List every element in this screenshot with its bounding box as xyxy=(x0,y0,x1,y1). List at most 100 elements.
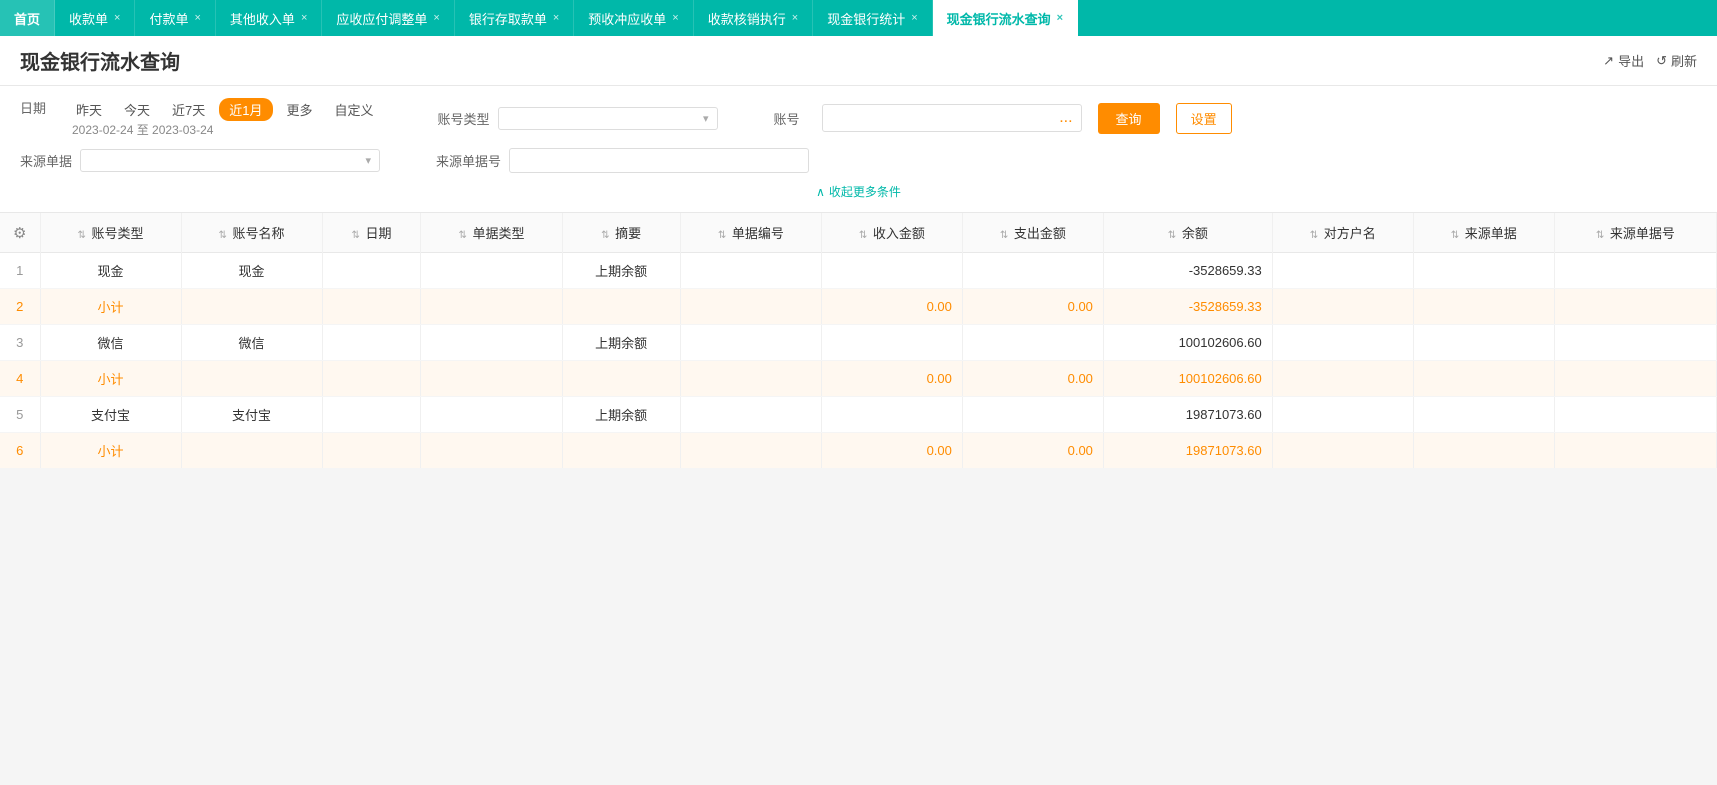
close-cash-flow-icon[interactable]: × xyxy=(1057,12,1063,24)
date-range-display: 2023-02-24 至 2023-03-24 xyxy=(72,121,382,138)
account-type-label: 账号类型 xyxy=(438,109,490,128)
col-account-name[interactable]: ⇅ 账号名称 xyxy=(181,213,322,253)
date-shortcut-more[interactable]: 更多 xyxy=(279,98,321,121)
close-collection-icon[interactable]: × xyxy=(792,12,798,24)
nav-tab-bank-deposit[interactable]: 银行存取款单 × xyxy=(455,0,574,36)
cell-counterpart xyxy=(1272,253,1413,289)
account-label: 账号 xyxy=(774,109,814,128)
nav-home[interactable]: 首页 xyxy=(0,0,55,36)
close-cash-stats-icon[interactable]: × xyxy=(911,12,917,24)
cash-flow-table: ⚙ ⇅ 账号类型 ⇅ 账号名称 ⇅ 日期 ⇅ 单据类型 xyxy=(0,213,1717,469)
col-account-type[interactable]: ⇅ 账号类型 xyxy=(40,213,181,253)
col-doc-no[interactable]: ⇅ 单据编号 xyxy=(680,213,821,253)
close-ar-ap-icon[interactable]: × xyxy=(433,12,439,24)
cell-doc-no xyxy=(680,289,821,325)
col-gear[interactable]: ⚙ xyxy=(0,213,40,253)
nav-tab-cash-stats[interactable]: 现金银行统计 × xyxy=(813,0,932,36)
date-shortcut-7days[interactable]: 近7天 xyxy=(164,98,213,121)
col-counterpart[interactable]: ⇅ 对方户名 xyxy=(1272,213,1413,253)
cell-row-num: 5 xyxy=(0,397,40,433)
cell-summary: 上期余额 xyxy=(562,325,680,361)
cell-balance: -3528659.33 xyxy=(1103,253,1272,289)
cell-account-type: 小计 xyxy=(40,289,181,325)
sort-icon-account-name: ⇅ xyxy=(219,230,227,241)
account-input[interactable] xyxy=(831,111,1056,126)
cell-row-num: 4 xyxy=(0,361,40,397)
sort-icon-source-doc: ⇅ xyxy=(1451,230,1459,241)
header-actions: ↗ 导出 ↺ 刷新 xyxy=(1603,51,1697,70)
cell-summary xyxy=(562,361,680,397)
refresh-button[interactable]: ↺ 刷新 xyxy=(1656,51,1697,70)
cell-income: 0.00 xyxy=(821,289,962,325)
col-date[interactable]: ⇅ 日期 xyxy=(322,213,421,253)
nav-tab-cash-flow[interactable]: 现金银行流水查询 × xyxy=(933,0,1078,36)
cell-expense: 0.00 xyxy=(962,361,1103,397)
cell-account-type: 现金 xyxy=(40,253,181,289)
nav-tab-other-income[interactable]: 其他收入单 × xyxy=(216,0,322,36)
gear-icon[interactable]: ⚙ xyxy=(13,225,26,242)
chevron-down-icon: ▾ xyxy=(703,112,709,125)
nav-tab-receipts[interactable]: 收款单 × xyxy=(55,0,135,36)
col-income[interactable]: ⇅ 收入金额 xyxy=(821,213,962,253)
close-other-income-icon[interactable]: × xyxy=(301,12,307,24)
cell-income xyxy=(821,253,962,289)
account-input-wrap: ... xyxy=(822,104,1082,132)
col-balance[interactable]: ⇅ 余额 xyxy=(1103,213,1272,253)
nav-tab-collection[interactable]: 收款核销执行 × xyxy=(694,0,813,36)
col-expense[interactable]: ⇅ 支出金额 xyxy=(962,213,1103,253)
query-button[interactable]: 查询 xyxy=(1098,103,1160,134)
close-receipts-icon[interactable]: × xyxy=(114,12,120,24)
col-source-doc[interactable]: ⇅ 来源单据 xyxy=(1413,213,1554,253)
filter-row-source: 来源单据 ▾ 来源单据号 xyxy=(20,148,1697,173)
cell-counterpart xyxy=(1272,289,1413,325)
export-button[interactable]: ↗ 导出 xyxy=(1603,51,1644,70)
cell-balance: -3528659.33 xyxy=(1103,289,1272,325)
cell-source-doc-no xyxy=(1554,361,1716,397)
close-prepay-icon[interactable]: × xyxy=(672,12,678,24)
sort-icon-expense: ⇅ xyxy=(1000,230,1008,241)
nav-tab-ar-ap-adjust[interactable]: 应收应付调整单 × xyxy=(322,0,454,36)
cell-counterpart xyxy=(1272,325,1413,361)
date-shortcut-today[interactable]: 今天 xyxy=(116,98,158,121)
close-bank-deposit-icon[interactable]: × xyxy=(553,12,559,24)
refresh-icon: ↺ xyxy=(1656,53,1667,69)
cell-account-name xyxy=(181,361,322,397)
cell-account-type: 支付宝 xyxy=(40,397,181,433)
account-type-select[interactable]: ▾ xyxy=(498,107,718,130)
collapse-up-icon: ∧ xyxy=(816,185,825,199)
col-summary[interactable]: ⇅ 摘要 xyxy=(562,213,680,253)
date-shortcut-1month[interactable]: 近1月 xyxy=(219,98,272,121)
date-shortcut-yesterday[interactable]: 昨天 xyxy=(68,98,110,121)
cell-balance: 100102606.60 xyxy=(1103,361,1272,397)
sort-icon-date: ⇅ xyxy=(352,230,360,241)
collapse-bar[interactable]: ∧ 收起更多条件 xyxy=(20,183,1697,200)
cell-balance: 100102606.60 xyxy=(1103,325,1272,361)
cell-row-num: 1 xyxy=(0,253,40,289)
cell-date xyxy=(322,253,421,289)
source-doc-select[interactable]: ▾ xyxy=(80,149,380,172)
close-payments-icon[interactable]: × xyxy=(194,12,200,24)
cell-account-type: 小计 xyxy=(40,433,181,469)
source-doc-label: 来源单据 xyxy=(20,151,72,170)
page-title: 现金银行流水查询 xyxy=(20,46,180,75)
source-doc-num-input[interactable] xyxy=(518,153,800,168)
date-shortcut-custom[interactable]: 自定义 xyxy=(327,98,382,121)
account-dots-button[interactable]: ... xyxy=(1059,109,1072,127)
col-doc-type[interactable]: ⇅ 单据类型 xyxy=(421,213,562,253)
sort-icon-doc-no: ⇅ xyxy=(718,230,726,241)
sort-icon-account-type: ⇅ xyxy=(78,230,86,241)
cell-doc-type xyxy=(421,253,562,289)
cell-source-doc xyxy=(1413,253,1554,289)
settings-button[interactable]: 设置 xyxy=(1176,103,1232,134)
table-row: 1现金现金上期余额-3528659.33 xyxy=(0,253,1717,289)
filter-area: 日期 昨天 今天 近7天 近1月 更多 自定义 2023-02-24 至 202… xyxy=(0,86,1717,213)
table-row: 6小计0.000.0019871073.60 xyxy=(0,433,1717,469)
export-icon: ↗ xyxy=(1603,53,1614,69)
nav-tab-prepay[interactable]: 预收冲应收单 × xyxy=(574,0,693,36)
cell-expense: 0.00 xyxy=(962,289,1103,325)
nav-tab-payments[interactable]: 付款单 × xyxy=(135,0,215,36)
sort-icon-summary: ⇅ xyxy=(601,230,609,241)
col-source-doc-no[interactable]: ⇅ 来源单据号 xyxy=(1554,213,1716,253)
page-header: 现金银行流水查询 ↗ 导出 ↺ 刷新 xyxy=(0,36,1717,86)
cell-summary: 上期余额 xyxy=(562,253,680,289)
